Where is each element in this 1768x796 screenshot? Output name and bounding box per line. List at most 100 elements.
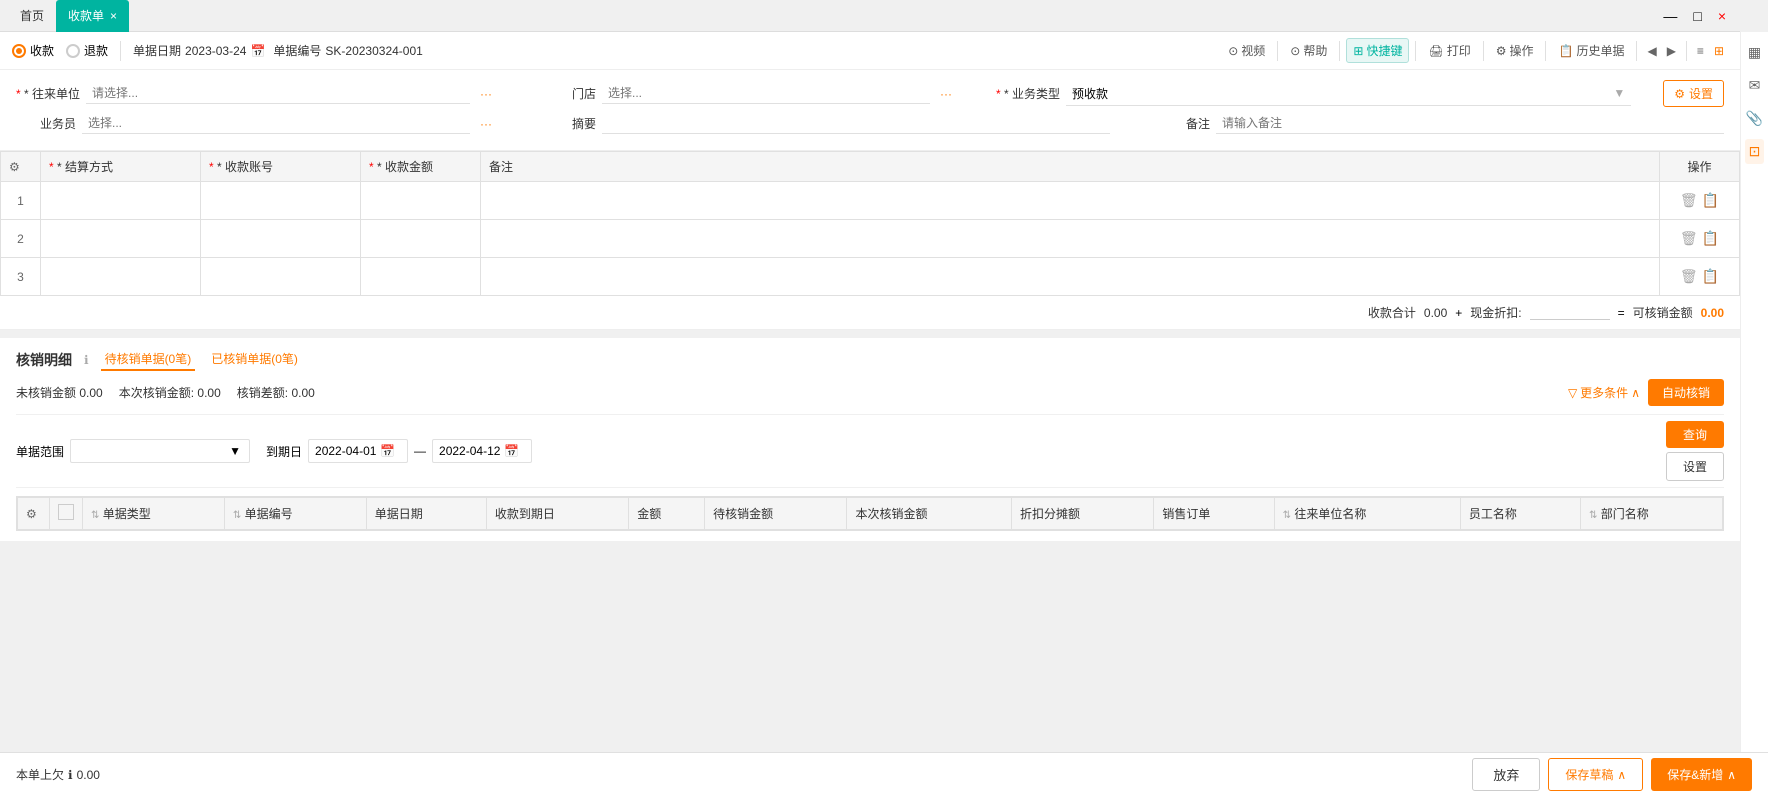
col-remark: 备注: [481, 152, 1660, 182]
shop-more-icon[interactable]: ···: [936, 87, 956, 101]
delete-row-1-icon[interactable]: 🗑: [1680, 192, 1698, 209]
print-btn[interactable]: 🖨 打印: [1422, 39, 1476, 62]
account-3[interactable]: [201, 258, 361, 296]
biz-type-arrow-icon: ▼: [1613, 86, 1625, 100]
hx-info-icon[interactable]: ℹ: [84, 353, 89, 367]
sub-col-fromname: ⇅ 往来单位名称: [1274, 498, 1460, 530]
diff-stat: 核销差额: 0.00: [237, 384, 315, 401]
summary-input[interactable]: [602, 113, 1110, 134]
copy-row-1-icon[interactable]: 📋: [1702, 192, 1719, 209]
from-unit-more-icon[interactable]: ···: [476, 87, 496, 101]
window-maximize[interactable]: □: [1687, 6, 1707, 26]
date-field: 单据日期 2023-03-24 📅: [133, 42, 265, 59]
summary-label: 摘要: [536, 115, 596, 132]
bottom-info-val: 0.00: [77, 768, 100, 782]
sidebar-screenshot-icon[interactable]: ⊡: [1745, 139, 1765, 164]
col-account: * * 收款账号: [201, 152, 361, 182]
history-btn[interactable]: 📋 历史单据: [1552, 39, 1630, 62]
date-label: 单据日期: [133, 42, 181, 59]
copy-row-3-icon[interactable]: 📋: [1702, 268, 1719, 285]
staff-input[interactable]: [82, 113, 470, 134]
sidebar-table-icon[interactable]: ▦: [1744, 40, 1765, 65]
col-settle: * * 结算方式: [41, 152, 201, 182]
date-to-input[interactable]: 2022-04-12 📅: [432, 439, 532, 463]
settle-3[interactable]: [41, 258, 201, 296]
row-num-1: 1: [1, 182, 41, 220]
video-btn[interactable]: ⊙ 视频: [1222, 39, 1271, 62]
list-layout-icon[interactable]: ≡: [1693, 42, 1708, 60]
auto-verify-btn[interactable]: 自动核销: [1648, 379, 1724, 406]
remark-3[interactable]: [481, 258, 1660, 296]
staff-field: 业务员 ···: [16, 113, 496, 134]
range-select[interactable]: ▼: [70, 439, 250, 463]
save-button[interactable]: 保存&新增 ∧: [1651, 758, 1752, 791]
biz-type-dropdown[interactable]: 预收款 ▼: [1066, 82, 1631, 106]
sidebar-clip-icon[interactable]: 📎: [1742, 106, 1767, 131]
settle-2[interactable]: [41, 220, 201, 258]
select-all-checkbox[interactable]: [58, 504, 74, 520]
radio-shoukuan[interactable]: 收款: [12, 42, 54, 59]
hx-pending-tab[interactable]: 待核销单据(0笔): [101, 348, 196, 371]
equals-sign: =: [1618, 306, 1625, 320]
grid-layout-icon[interactable]: ⊞: [1710, 42, 1728, 60]
tab-receipts[interactable]: 收款单 ×: [56, 0, 129, 32]
sub-col-date: 单据日期: [366, 498, 486, 530]
biz-type-label: * * 业务类型: [996, 85, 1060, 102]
shortcut-btn[interactable]: ⊞ 快捷键: [1346, 38, 1409, 63]
sub-col-due: 收款到期日: [486, 498, 628, 530]
biz-type-value: 预收款: [1072, 85, 1108, 102]
sidebar-mail-icon[interactable]: ✉: [1745, 73, 1765, 98]
close-tab-icon[interactable]: ×: [110, 9, 117, 23]
copy-row-2-icon[interactable]: 📋: [1702, 230, 1719, 247]
help-icon: ⊙: [1290, 44, 1300, 58]
table-config-icon[interactable]: ⚙: [9, 160, 20, 174]
account-1[interactable]: [201, 182, 361, 220]
remark-2[interactable]: [481, 220, 1660, 258]
from-unit-field: * * 往来单位 ···: [16, 83, 496, 104]
gear-icon: ⚙: [1674, 87, 1685, 101]
settle-1[interactable]: [41, 182, 201, 220]
hx-stats: 未核销金额 0.00 本次核销金额: 0.00 核销差额: 0.00 ▽ 更多条…: [16, 379, 1724, 406]
amount-3[interactable]: [361, 258, 481, 296]
remark-1[interactable]: [481, 182, 1660, 220]
sub-col-pending: 待核销金额: [705, 498, 847, 530]
shop-input[interactable]: [602, 83, 930, 104]
setting-button[interactable]: ⚙ 设置: [1663, 80, 1724, 107]
query-button[interactable]: 查询: [1666, 421, 1724, 448]
discount-input[interactable]: [1530, 305, 1610, 320]
date-value[interactable]: 2023-03-24: [185, 44, 246, 58]
sub-table-config-icon[interactable]: ⚙: [26, 507, 37, 521]
window-close[interactable]: ×: [1712, 6, 1732, 26]
prev-arrow[interactable]: ◀: [1643, 42, 1660, 60]
staff-more-icon[interactable]: ···: [476, 117, 496, 131]
amount-1[interactable]: [361, 182, 481, 220]
tab-home[interactable]: 首页: [8, 0, 56, 32]
operation-btn[interactable]: ⚙ 操作: [1490, 39, 1540, 62]
sub-col-current: 本次核销金额: [847, 498, 1012, 530]
account-2[interactable]: [201, 220, 361, 258]
total-label: 收款合计: [1368, 304, 1416, 321]
amount-2[interactable]: [361, 220, 481, 258]
delete-row-2-icon[interactable]: 🗑: [1680, 230, 1698, 247]
filter-setting-button[interactable]: 设置: [1666, 452, 1724, 481]
date-range-filter: 到期日 2022-04-01 📅 — 2022-04-12 📅: [266, 439, 532, 463]
calendar-icon[interactable]: 📅: [250, 44, 265, 58]
plus-sign: +: [1455, 306, 1462, 320]
more-conditions-btn[interactable]: ▽ 更多条件 ∧: [1568, 384, 1640, 401]
draft-button[interactable]: 保存草稿 ∧: [1548, 758, 1643, 791]
help-btn[interactable]: ⊙ 帮助: [1284, 39, 1333, 62]
calendar-from-icon: 📅: [380, 444, 395, 458]
hx-done-tab[interactable]: 已核销单据(0笔): [207, 348, 302, 371]
window-minimize[interactable]: —: [1657, 6, 1683, 26]
from-unit-label: * * 往来单位: [16, 85, 80, 102]
date-from-input[interactable]: 2022-04-01 📅: [308, 439, 408, 463]
col-amount: * * 收款金额: [361, 152, 481, 182]
next-arrow[interactable]: ▶: [1663, 42, 1680, 60]
remark-input[interactable]: [1216, 113, 1724, 134]
delete-row-3-icon[interactable]: 🗑: [1680, 268, 1698, 285]
discard-button[interactable]: 放弃: [1472, 758, 1540, 791]
radio-tuikuan[interactable]: 退款: [66, 42, 108, 59]
video-icon: ⊙: [1228, 44, 1238, 58]
sub-col-amount: 金额: [629, 498, 705, 530]
from-unit-input[interactable]: [86, 83, 470, 104]
